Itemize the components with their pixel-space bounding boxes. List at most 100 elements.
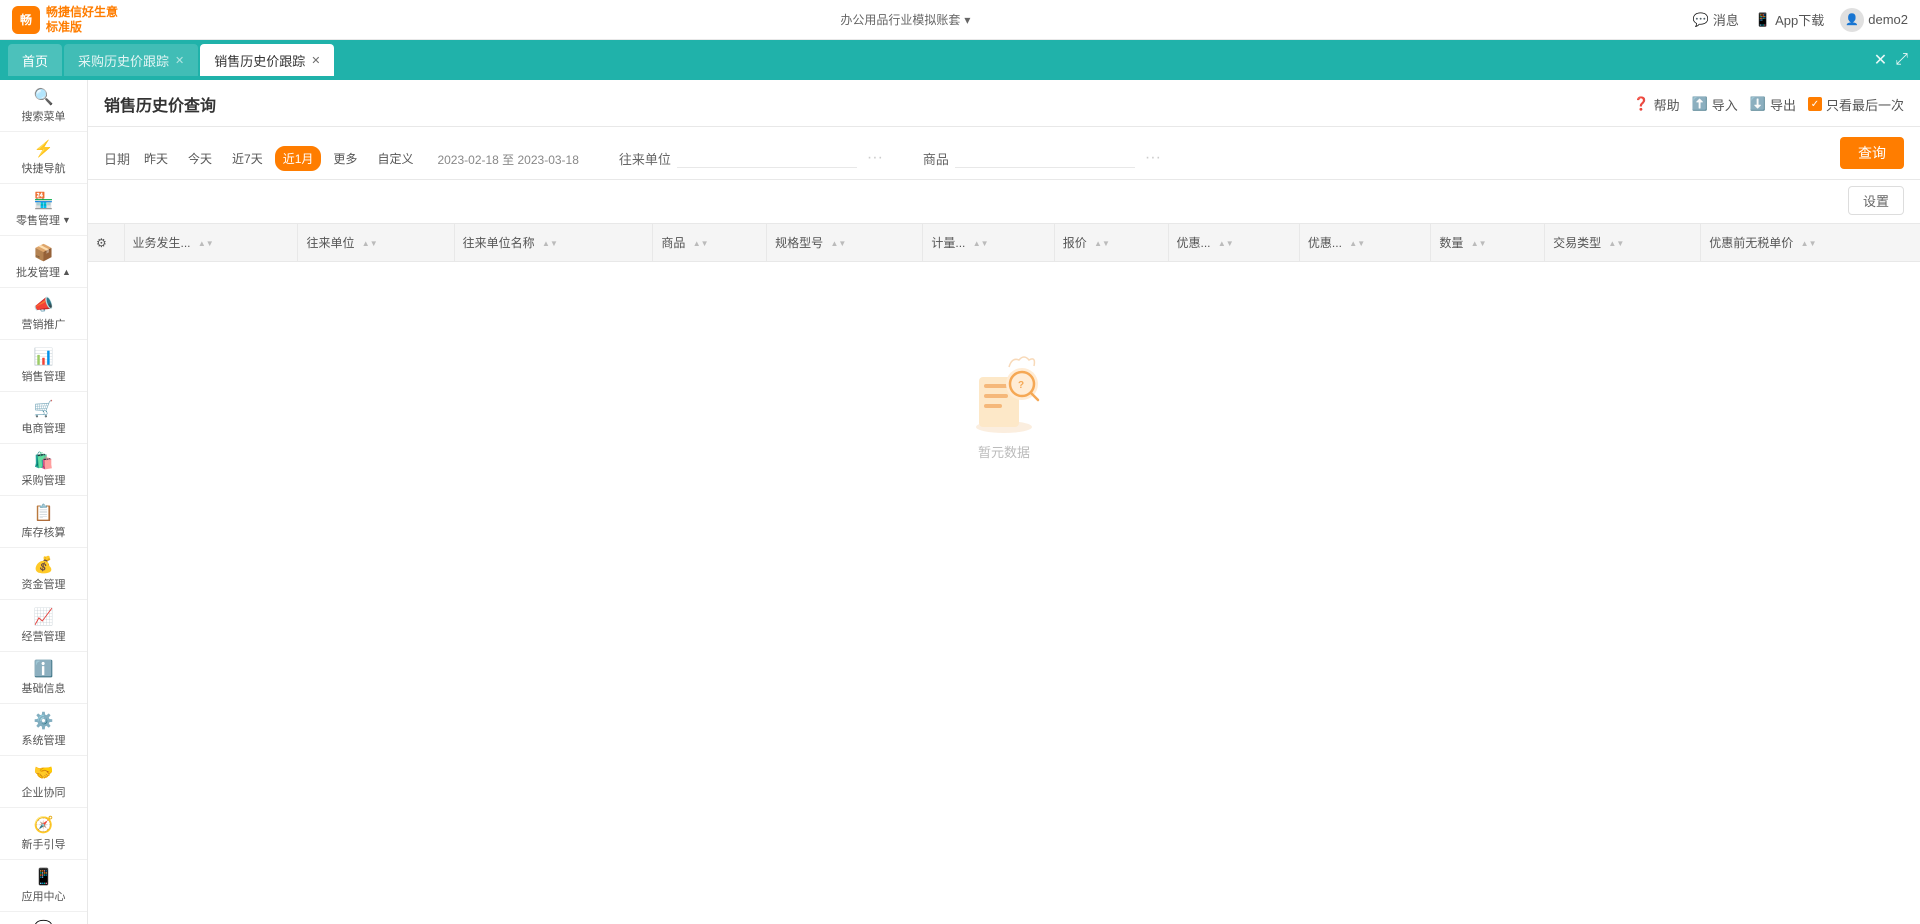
col-biz-date[interactable]: 业务发生... ▲▼ xyxy=(124,224,298,262)
operations-icon: 📈 xyxy=(34,607,54,627)
date-filter-label: 日期 xyxy=(104,149,130,168)
shortcuts-icon: ⚡ xyxy=(34,139,54,159)
product-filter-input[interactable] xyxy=(955,148,1135,168)
product-filter-label: 商品 xyxy=(923,149,949,168)
sidebar-item-ecommerce[interactable]: 🛒 电商管理 xyxy=(0,392,87,444)
date-buttons: 昨天 今天 近7天 近1月 更多 自定义 xyxy=(136,146,421,171)
sort-icon: ▲▼ xyxy=(693,239,709,248)
col-discount2[interactable]: 优惠... ▲▼ xyxy=(1299,224,1430,262)
page-actions: ❓ 帮助 ⬆️ 导入 ⬇️ 导出 ✓ 只看最后一次 xyxy=(1633,95,1904,114)
date-btn-yesterday[interactable]: 昨天 xyxy=(136,146,176,171)
col-unit[interactable]: 计量... ▲▼ xyxy=(923,224,1054,262)
logo-area: 畅 畅捷信好生意 标准版 xyxy=(12,5,118,34)
sidebar-item-retail[interactable]: 🏪 零售管理▼ xyxy=(0,184,87,236)
sidebar: 🔍 搜索菜单 ⚡ 快捷导航 🏪 零售管理▼ 📦 批发管理▲ 📣 营销推广 📊 销… xyxy=(0,80,88,924)
tab-sales-history[interactable]: 销售历史价跟踪 ✕ xyxy=(200,44,334,76)
col-product[interactable]: 商品 ▲▼ xyxy=(653,224,767,262)
wechat-icon: 💬 xyxy=(34,919,54,924)
date-btn-1month[interactable]: 近1月 xyxy=(275,146,322,171)
page-title: 销售历史价查询 xyxy=(104,92,216,116)
col-partner-name[interactable]: 往来单位名称 ▲▼ xyxy=(454,224,653,262)
tab-sales-history-close[interactable]: ✕ xyxy=(311,54,320,67)
sidebar-item-guide[interactable]: 🧭 新手引导 xyxy=(0,808,87,860)
logo-icon: 畅 xyxy=(12,6,40,34)
partner-filter-dots[interactable]: ··· xyxy=(867,149,883,167)
sidebar-item-operations[interactable]: 📈 经营管理 xyxy=(0,600,87,652)
sort-icon: ▲▼ xyxy=(1801,239,1817,248)
chevron-down-icon: ▼ xyxy=(62,215,71,227)
tab-maximize-button[interactable]: ⤢ xyxy=(1895,51,1908,69)
data-table: ⚙ 业务发生... ▲▼ 往来单位 ▲▼ 往来单位名称 ▲▼ xyxy=(88,224,1920,541)
user-avatar[interactable]: 👤 demo2 xyxy=(1840,8,1908,32)
col-trade-type[interactable]: 交易类型 ▲▼ xyxy=(1545,224,1701,262)
checkbox-checked-icon: ✓ xyxy=(1808,97,1822,111)
export-button[interactable]: ⬇️ 导出 xyxy=(1750,95,1796,114)
sidebar-item-basic[interactable]: ℹ️ 基础信息 xyxy=(0,652,87,704)
sidebar-item-sales-mgmt[interactable]: 📊 销售管理 xyxy=(0,340,87,392)
date-btn-today[interactable]: 今天 xyxy=(180,146,220,171)
tab-purchase-history[interactable]: 采购历史价跟踪 ✕ xyxy=(64,44,198,76)
sidebar-item-search[interactable]: 🔍 搜索菜单 xyxy=(0,80,87,132)
sidebar-item-wholesale[interactable]: 📦 批发管理▲ xyxy=(0,236,87,288)
sidebar-item-marketing[interactable]: 📣 营销推广 xyxy=(0,288,87,340)
sidebar-item-system[interactable]: ⚙️ 系统管理 xyxy=(0,704,87,756)
sort-icon: ▲▼ xyxy=(973,239,989,248)
date-range-text: 2023-02-18 至 2023-03-18 xyxy=(437,151,578,168)
sidebar-item-wechat[interactable]: 💬 企业微信 xyxy=(0,912,87,924)
settings-button[interactable]: 设置 xyxy=(1848,186,1904,215)
filter-action-buttons: 查询 xyxy=(1840,137,1904,179)
col-discount1[interactable]: 优惠... ▲▼ xyxy=(1168,224,1299,262)
sidebar-item-inventory[interactable]: 📋 库存核算 xyxy=(0,496,87,548)
sidebar-item-shortcuts[interactable]: ⚡ 快捷导航 xyxy=(0,132,87,184)
mobile-icon: 📱 xyxy=(1755,12,1771,28)
sidebar-item-finance[interactable]: 💰 资金管理 xyxy=(0,548,87,600)
tab-bar-right: ✕ ⤢ xyxy=(1874,50,1920,70)
sidebar-item-cooperation[interactable]: 🤝 企业协同 xyxy=(0,756,87,808)
date-btn-7days[interactable]: 近7天 xyxy=(224,146,271,171)
wholesale-icon: 📦 xyxy=(34,243,54,263)
date-btn-custom[interactable]: 自定义 xyxy=(369,146,421,171)
top-bar-center: 办公用品行业模拟账套 ▾ xyxy=(840,11,970,28)
partner-filter-input[interactable] xyxy=(677,148,857,168)
help-button[interactable]: ❓ 帮助 xyxy=(1633,95,1679,114)
partner-filter: 往来单位 ··· xyxy=(619,148,883,168)
sort-icon: ▲▼ xyxy=(1094,239,1110,248)
query-button[interactable]: 查询 xyxy=(1840,137,1904,169)
app-download-button[interactable]: 📱 App下载 xyxy=(1755,10,1824,29)
date-btn-more[interactable]: 更多 xyxy=(325,146,365,171)
col-partner-code[interactable]: 往来单位 ▲▼ xyxy=(298,224,454,262)
page-title-row: 销售历史价查询 ❓ 帮助 ⬆️ 导入 ⬇️ 导出 ✓ xyxy=(104,92,1904,116)
tab-close-all-button[interactable]: ✕ xyxy=(1874,50,1887,70)
retail-icon: 🏪 xyxy=(34,191,54,211)
product-filter: 商品 ··· xyxy=(923,148,1161,168)
only-latest-checkbox[interactable]: ✓ 只看最后一次 xyxy=(1808,95,1904,114)
sort-icon: ▲▼ xyxy=(1471,239,1487,248)
import-button[interactable]: ⬆️ 导入 xyxy=(1692,95,1738,114)
col-quote[interactable]: 报价 ▲▼ xyxy=(1054,224,1168,262)
col-settings[interactable]: ⚙ xyxy=(88,224,124,262)
sort-icon: ▲▼ xyxy=(830,239,846,248)
table-settings-icon[interactable]: ⚙ xyxy=(96,236,107,250)
tab-home[interactable]: 首页 xyxy=(8,44,62,76)
tab-purchase-history-close[interactable]: ✕ xyxy=(175,54,184,67)
date-range-display: 2023-02-18 至 2023-03-18 xyxy=(437,149,578,168)
filter-bar: 日期 昨天 今天 近7天 近1月 更多 自定义 2023-02-18 至 202… xyxy=(88,127,1920,180)
sidebar-item-purchase[interactable]: 🛍️ 采购管理 xyxy=(0,444,87,496)
col-pretax-price[interactable]: 优惠前无税单价 ▲▼ xyxy=(1701,224,1920,262)
page-header: 销售历史价查询 ❓ 帮助 ⬆️ 导入 ⬇️ 导出 ✓ xyxy=(88,80,1920,127)
appstore-icon: 📱 xyxy=(34,867,54,887)
export-icon: ⬇️ xyxy=(1750,96,1766,112)
tab-bar: 首页 采购历史价跟踪 ✕ 销售历史价跟踪 ✕ ✕ ⤢ xyxy=(0,40,1920,80)
sidebar-item-appstore[interactable]: 📱 应用中心 xyxy=(0,860,87,912)
partner-filter-label: 往来单位 xyxy=(619,149,671,168)
col-qty[interactable]: 数量 ▲▼ xyxy=(1431,224,1545,262)
import-icon: ⬆️ xyxy=(1692,96,1708,112)
empty-state-cell: ? 暂元数据 xyxy=(88,262,1920,542)
message-button[interactable]: 💬 消息 xyxy=(1693,10,1739,29)
sort-icon: ▲▼ xyxy=(198,239,214,248)
col-spec[interactable]: 规格型号 ▲▼ xyxy=(767,224,923,262)
workspace-selector[interactable]: 办公用品行业模拟账套 ▾ xyxy=(840,11,970,28)
product-filter-dots[interactable]: ··· xyxy=(1145,149,1161,167)
message-icon: 💬 xyxy=(1693,12,1709,28)
top-bar-right: 💬 消息 📱 App下载 👤 demo2 xyxy=(1693,8,1908,32)
